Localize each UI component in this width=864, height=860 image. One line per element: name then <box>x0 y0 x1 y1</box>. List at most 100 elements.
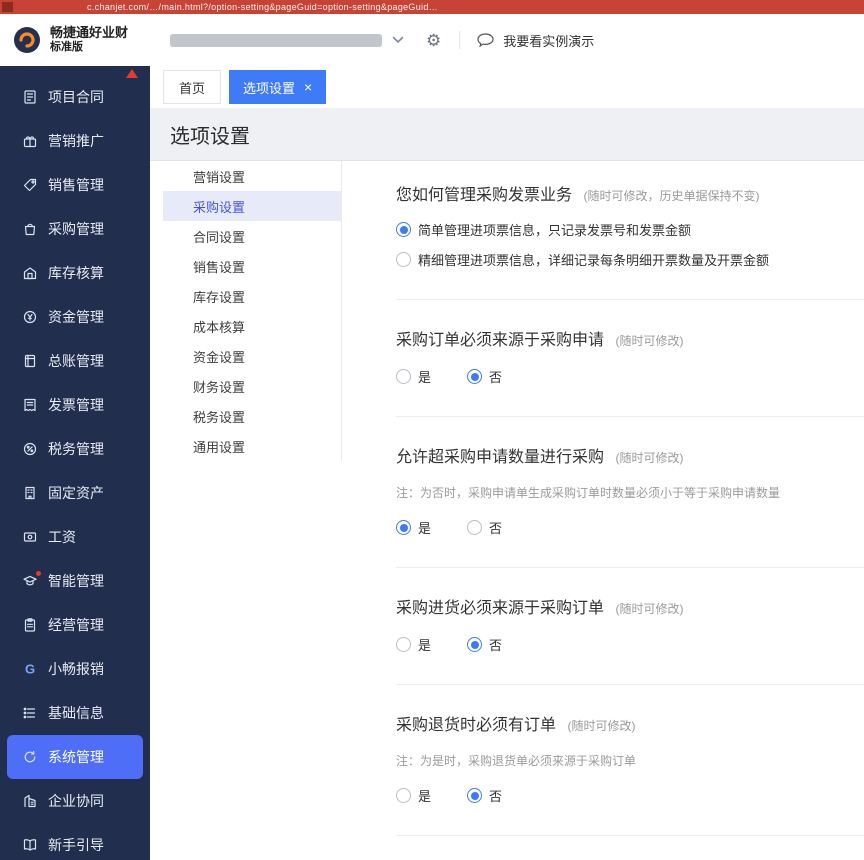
radio-option-yes[interactable]: 是 <box>396 367 431 386</box>
settings-nav-item-tax[interactable]: 税务设置 <box>163 401 341 431</box>
radio-label: 精细管理进项票信息，详细记录每条明细开票数量及开票金额 <box>418 253 770 268</box>
settings-nav-item-costing[interactable]: 成本核算 <box>163 311 341 341</box>
sidebar-item-funds[interactable]: 资金管理 <box>0 295 150 339</box>
radio-label: 否 <box>489 638 503 653</box>
sidebar-item-tax[interactable]: 税务管理 <box>0 427 150 471</box>
radio-option-yes[interactable]: 是 <box>396 786 431 805</box>
chevron-down-icon[interactable] <box>392 36 404 44</box>
settings-nav-item-general[interactable]: 通用设置 <box>163 431 341 461</box>
sidebar-item-invoice[interactable]: 发票管理 <box>0 383 150 427</box>
percent-icon <box>22 441 38 457</box>
sidebar-item-reimbursement[interactable]: G 小畅报销 <box>0 647 150 691</box>
sidebar-item-label: 项目合同 <box>48 89 104 105</box>
radio-icon[interactable] <box>467 637 483 652</box>
tab-option-settings[interactable]: 选项设置 × <box>229 70 327 104</box>
speech-bubble-icon[interactable] <box>476 32 495 49</box>
sidebar-item-label: 销售管理 <box>48 177 104 193</box>
demo-link[interactable]: 我要看实例演示 <box>503 31 594 50</box>
radio-option-simple[interactable]: 简单管理进项票信息，只记录发票号和发票金额 <box>396 220 864 239</box>
radio-option-no[interactable]: 否 <box>467 635 502 654</box>
radio-icon[interactable] <box>467 520 483 535</box>
radio-option-yes[interactable]: 是 <box>396 518 431 537</box>
warehouse-icon <box>22 265 38 281</box>
top-toolbar: ⚙ 我要看实例演示 <box>150 14 864 66</box>
sidebar-item-operations[interactable]: 经营管理 <box>0 603 150 647</box>
sidebar-item-label: 资金管理 <box>48 309 104 325</box>
tab-label: 首页 <box>179 80 206 96</box>
section-over-order-qty: 允许超采购订单数量进货 (随时可修改) 注：为否时，订单生成进货单时数量必须小于… <box>396 836 864 860</box>
radio-icon[interactable] <box>467 369 483 384</box>
contract-icon <box>22 89 38 105</box>
sidebar-item-payroll[interactable]: 工资 <box>0 515 150 559</box>
radio-icon[interactable] <box>396 252 411 267</box>
radio-icon[interactable] <box>396 222 411 237</box>
radio-label: 是 <box>418 789 432 804</box>
radio-icon[interactable] <box>396 637 411 652</box>
sidebar-item-project-contract[interactable]: 项目合同 <box>0 75 150 119</box>
sidebar-item-smart-management[interactable]: 智能管理 <box>0 559 150 603</box>
radio-option-yes[interactable]: 是 <box>396 635 431 654</box>
sidebar-item-label: 总账管理 <box>48 353 104 369</box>
page-header: 选项设置 <box>150 108 864 161</box>
settings-nav-item-finance[interactable]: 财务设置 <box>163 371 341 401</box>
ledger-icon <box>22 353 38 369</box>
sidebar-item-beginner-guide[interactable]: 新手引导 <box>0 823 150 860</box>
sidebar-item-system-management[interactable]: 系统管理 <box>7 735 143 779</box>
section-title: 采购进货必须来源于采购订单 <box>396 600 605 617</box>
notification-dot <box>36 571 41 576</box>
section-hint: 注：为是时，采购退货单必须来源于采购订单 <box>396 754 637 768</box>
open-book-icon <box>22 837 38 853</box>
settings-nav-item-purchase[interactable]: 采购设置 <box>163 191 341 221</box>
radio-option-no[interactable]: 否 <box>467 518 502 537</box>
banknote-icon <box>22 529 38 545</box>
settings-nav-item-contract[interactable]: 合同设置 <box>163 221 341 251</box>
close-icon[interactable]: × <box>304 79 312 95</box>
settings-nav-item-inventory[interactable]: 库存设置 <box>163 281 341 311</box>
settings-content: 营销设置 采购设置 合同设置 销售设置 库存设置 成本核算 资金设置 财务设置 … <box>150 161 864 860</box>
sidebar-item-collaboration[interactable]: 企业协同 <box>0 779 150 823</box>
price-tag-icon <box>22 177 38 193</box>
section-invoice-management: 您如何管理采购发票业务 (随时可修改，历史单据保持不变) 简单管理进项票信息，只… <box>396 161 864 300</box>
sidebar-item-fixed-assets[interactable]: 固定资产 <box>0 471 150 515</box>
gift-icon <box>22 133 38 149</box>
section-note: (随时可修改) <box>615 602 684 616</box>
sidebar-item-label: 基础信息 <box>48 705 104 721</box>
tab-bar: 首页 选项设置 × <box>150 66 864 108</box>
sidebar-item-basic-info[interactable]: 基础信息 <box>0 691 150 735</box>
sidebar-item-purchase[interactable]: 采购管理 <box>0 207 150 251</box>
radio-label: 简单管理进项票信息，只记录发票号和发票金额 <box>418 223 692 238</box>
sidebar-item-label: 系统管理 <box>48 749 104 765</box>
radio-icon[interactable] <box>467 788 483 803</box>
buildings-icon <box>22 793 38 809</box>
settings-nav-item-marketing[interactable]: 营销设置 <box>163 161 341 191</box>
sidebar-item-marketing[interactable]: 营销推广 <box>0 119 150 163</box>
account-selector-redacted[interactable] <box>170 33 382 47</box>
sidebar-item-label: 税务管理 <box>48 441 104 457</box>
app-name: 畅捷通好业财 <box>50 25 129 41</box>
building-icon <box>22 485 38 501</box>
radio-icon[interactable] <box>396 788 411 803</box>
section-note: (随时可修改) <box>615 334 684 348</box>
tab-home[interactable]: 首页 <box>163 70 222 104</box>
app-logo: 畅捷通好业财 标准版 <box>0 14 150 66</box>
sidebar-item-label: 工资 <box>48 529 76 545</box>
sidebar-item-sales[interactable]: 销售管理 <box>0 163 150 207</box>
sidebar-item-general-ledger[interactable]: 总账管理 <box>0 339 150 383</box>
settings-nav-item-funds[interactable]: 资金设置 <box>163 341 341 371</box>
radio-icon[interactable] <box>396 369 411 384</box>
main-area: ⚙ 我要看实例演示 首页 选项设置 × 选项设置 营销设置 采购设置 合同设置 … <box>150 14 864 860</box>
settings-nav-item-sales[interactable]: 销售设置 <box>163 251 341 281</box>
list-icon <box>22 705 38 721</box>
sidebar-item-inventory[interactable]: 库存核算 <box>0 251 150 295</box>
section-title: 采购退货时必须有订单 <box>396 717 557 734</box>
yuan-coin-icon <box>22 309 38 325</box>
radio-option-detailed[interactable]: 精细管理进项票信息，详细记录每条明细开票数量及开票金额 <box>396 250 864 269</box>
sidebar-item-label: 小畅报销 <box>48 661 104 677</box>
section-note: (随时可修改) <box>567 719 636 733</box>
radio-option-no[interactable]: 否 <box>467 786 502 805</box>
radio-icon[interactable] <box>396 520 411 535</box>
browser-menu-icon[interactable] <box>2 2 13 12</box>
radio-option-no[interactable]: 否 <box>467 367 502 386</box>
gear-icon[interactable]: ⚙ <box>426 32 441 49</box>
sidebar-nav: 项目合同 营销推广 销售管理 采购管理 库存核算 资金管理 总账管理 发票管理 … <box>0 75 150 860</box>
